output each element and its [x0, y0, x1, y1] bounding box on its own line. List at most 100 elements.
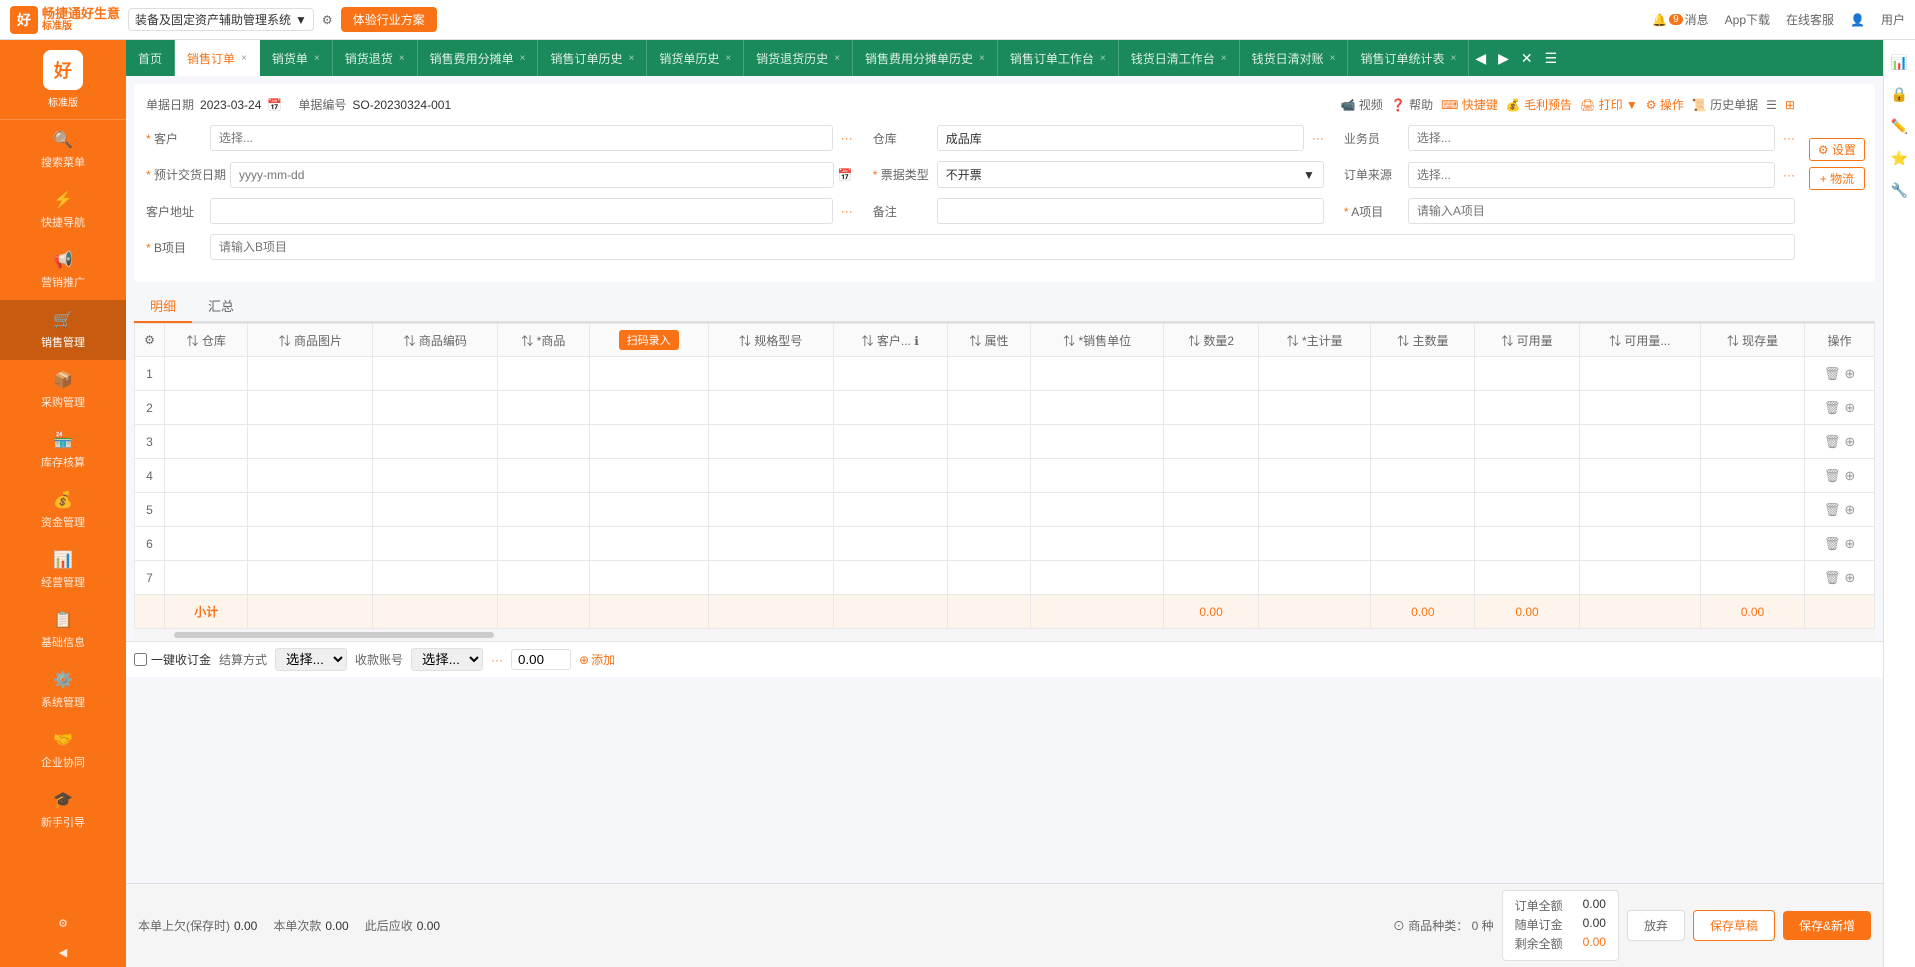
- row1-scan[interactable]: [589, 357, 708, 391]
- row1-delete-btn[interactable]: 🗑: [1824, 366, 1841, 382]
- right-tool-chart[interactable]: 📊: [1886, 48, 1914, 76]
- row1-product[interactable]: [498, 357, 589, 391]
- row1-unit[interactable]: [1031, 357, 1164, 391]
- tab-sales-invoice[interactable]: 销货单 ×: [260, 40, 333, 76]
- save-new-btn[interactable]: 保存&新增: [1783, 911, 1871, 940]
- row2-main-unit[interactable]: [1259, 391, 1371, 425]
- detail-tab-detail[interactable]: 明细: [134, 290, 192, 323]
- tab-sales-order[interactable]: 销售订单 ×: [175, 40, 260, 76]
- row1-available2[interactable]: [1579, 357, 1700, 391]
- tab-next-btn[interactable]: ▶: [1492, 40, 1515, 76]
- settings-icon[interactable]: ⚙: [322, 13, 333, 27]
- tab-sales-invoice-close[interactable]: ×: [314, 53, 320, 64]
- tab-workbench-close[interactable]: ×: [1100, 53, 1106, 64]
- row2-customer-code[interactable]: [833, 391, 947, 425]
- row1-image[interactable]: [248, 357, 373, 391]
- sidebar-item-sales[interactable]: 🛒 销售管理: [0, 300, 126, 360]
- row2-attr[interactable]: [947, 391, 1030, 425]
- customer-input[interactable]: [210, 125, 833, 151]
- scan-btn[interactable]: 扫码录入: [619, 330, 679, 350]
- row3-copy-btn[interactable]: ⊕: [1844, 434, 1855, 450]
- row1-main-unit[interactable]: [1259, 357, 1371, 391]
- list-view-icon[interactable]: ☰: [1766, 98, 1777, 112]
- row2-image[interactable]: [248, 391, 373, 425]
- row1-spec[interactable]: [708, 357, 833, 391]
- row2-qty2[interactable]: [1164, 391, 1259, 425]
- sidebar-item-search[interactable]: 🔍 搜索菜单: [0, 120, 126, 180]
- sidebar-item-finance[interactable]: 💰 资金管理: [0, 480, 126, 540]
- right-tool-star[interactable]: ⭐: [1886, 144, 1914, 172]
- row2-stock[interactable]: [1700, 391, 1804, 425]
- add-receipt-btn[interactable]: ⊕ 添加: [579, 651, 615, 668]
- tab-sales-return-close[interactable]: ×: [399, 53, 405, 64]
- tab-fee-history[interactable]: 销售费用分摊单历史 ×: [853, 40, 998, 76]
- print-btn[interactable]: 🖨 打印 ▼: [1580, 96, 1638, 113]
- sidebar-item-marketing[interactable]: 📢 营销推广: [0, 240, 126, 300]
- customer-dots[interactable]: ···: [841, 131, 853, 145]
- tab-home[interactable]: 首页: [126, 40, 175, 76]
- row5-copy-btn[interactable]: ⊕: [1844, 502, 1855, 518]
- tab-sales-order-history[interactable]: 销售订单历史 ×: [538, 40, 647, 76]
- row5-delete-btn[interactable]: 🗑: [1824, 502, 1841, 518]
- tab-sales-order-history-close[interactable]: ×: [628, 53, 634, 64]
- th-scan[interactable]: 扫码录入: [589, 324, 708, 357]
- row1-stock[interactable]: [1700, 357, 1804, 391]
- row4-copy-btn[interactable]: ⊕: [1844, 468, 1855, 484]
- warehouse-input[interactable]: [937, 125, 1304, 151]
- tab-reconcile-close[interactable]: ×: [1330, 53, 1336, 64]
- row2-code[interactable]: [373, 391, 498, 425]
- tab-sales-invoice-history-close[interactable]: ×: [725, 53, 731, 64]
- quick-order-checkbox[interactable]: 一键收订金: [134, 651, 211, 668]
- form-settings-btn[interactable]: ⚙ 设置: [1809, 138, 1865, 161]
- online-service-btn[interactable]: 在线客服: [1786, 11, 1834, 28]
- user-avatar[interactable]: 👤: [1850, 13, 1865, 27]
- scroll-indicator[interactable]: [134, 629, 1875, 641]
- receipt-no-select[interactable]: 选择...: [411, 648, 483, 671]
- row3-warehouse[interactable]: [165, 425, 248, 459]
- payment-method-select[interactable]: 选择...: [275, 648, 347, 671]
- sidebar-item-system[interactable]: ⚙️ 系统管理: [0, 660, 126, 720]
- row2-main-qty[interactable]: [1371, 391, 1475, 425]
- tab-sales-order-close[interactable]: ×: [241, 53, 247, 64]
- delivery-input[interactable]: [230, 162, 834, 188]
- receipt-amount[interactable]: [511, 649, 571, 670]
- order-source-dots[interactable]: ···: [1783, 168, 1795, 182]
- tab-reconcile[interactable]: 钱货日清对账 ×: [1240, 40, 1349, 76]
- address-input[interactable]: [210, 198, 833, 224]
- discard-btn[interactable]: 放弃: [1627, 910, 1685, 941]
- sidebar-item-management[interactable]: 📊 经营管理: [0, 540, 126, 600]
- tab-fee-history-close[interactable]: ×: [979, 53, 985, 64]
- right-tool-edit[interactable]: ✏️: [1886, 112, 1914, 140]
- shortcut-btn[interactable]: ⌨ 快捷键: [1441, 96, 1498, 113]
- row2-available[interactable]: [1475, 391, 1579, 425]
- row2-delete-btn[interactable]: 🗑: [1824, 400, 1841, 416]
- sidebar-item-basic[interactable]: 📋 基础信息: [0, 600, 126, 660]
- row3-delete-btn[interactable]: 🗑: [1824, 434, 1841, 450]
- date-value[interactable]: 2023-03-24: [200, 98, 261, 112]
- tab-stats[interactable]: 销售订单统计表 ×: [1348, 40, 1469, 76]
- th-settings[interactable]: ⚙: [135, 324, 165, 357]
- row1-attr[interactable]: [947, 357, 1030, 391]
- a-project-input[interactable]: [1408, 198, 1795, 224]
- history-btn[interactable]: 📜 历史单据: [1692, 96, 1758, 113]
- row4-delete-btn[interactable]: 🗑: [1824, 468, 1841, 484]
- agent-input[interactable]: [1408, 125, 1775, 151]
- agent-dots[interactable]: ···: [1783, 131, 1795, 145]
- app-download-btn[interactable]: App下载: [1725, 11, 1770, 28]
- ops-btn[interactable]: ⚙ 操作: [1646, 96, 1684, 113]
- receipt-dots[interactable]: ···: [491, 653, 503, 667]
- user-name[interactable]: 用户: [1881, 11, 1905, 28]
- row7-copy-btn[interactable]: ⊕: [1844, 570, 1855, 586]
- tab-cash-workbench[interactable]: 钱货日清工作台 ×: [1119, 40, 1240, 76]
- video-btn[interactable]: 📹 视频: [1341, 96, 1383, 113]
- row2-scan[interactable]: [589, 391, 708, 425]
- tab-sales-invoice-history[interactable]: 销货单历史 ×: [647, 40, 744, 76]
- row2-available2[interactable]: [1579, 391, 1700, 425]
- remark-input[interactable]: [937, 198, 1324, 224]
- row1-available[interactable]: [1475, 357, 1579, 391]
- calendar-icon[interactable]: 📅: [267, 98, 282, 112]
- row1-main-qty[interactable]: [1371, 357, 1475, 391]
- row1-qty2[interactable]: [1164, 357, 1259, 391]
- sidebar-item-cooperation[interactable]: 🤝 企业协同: [0, 720, 126, 780]
- sidebar-item-guide[interactable]: 🎓 新手引导: [0, 780, 126, 840]
